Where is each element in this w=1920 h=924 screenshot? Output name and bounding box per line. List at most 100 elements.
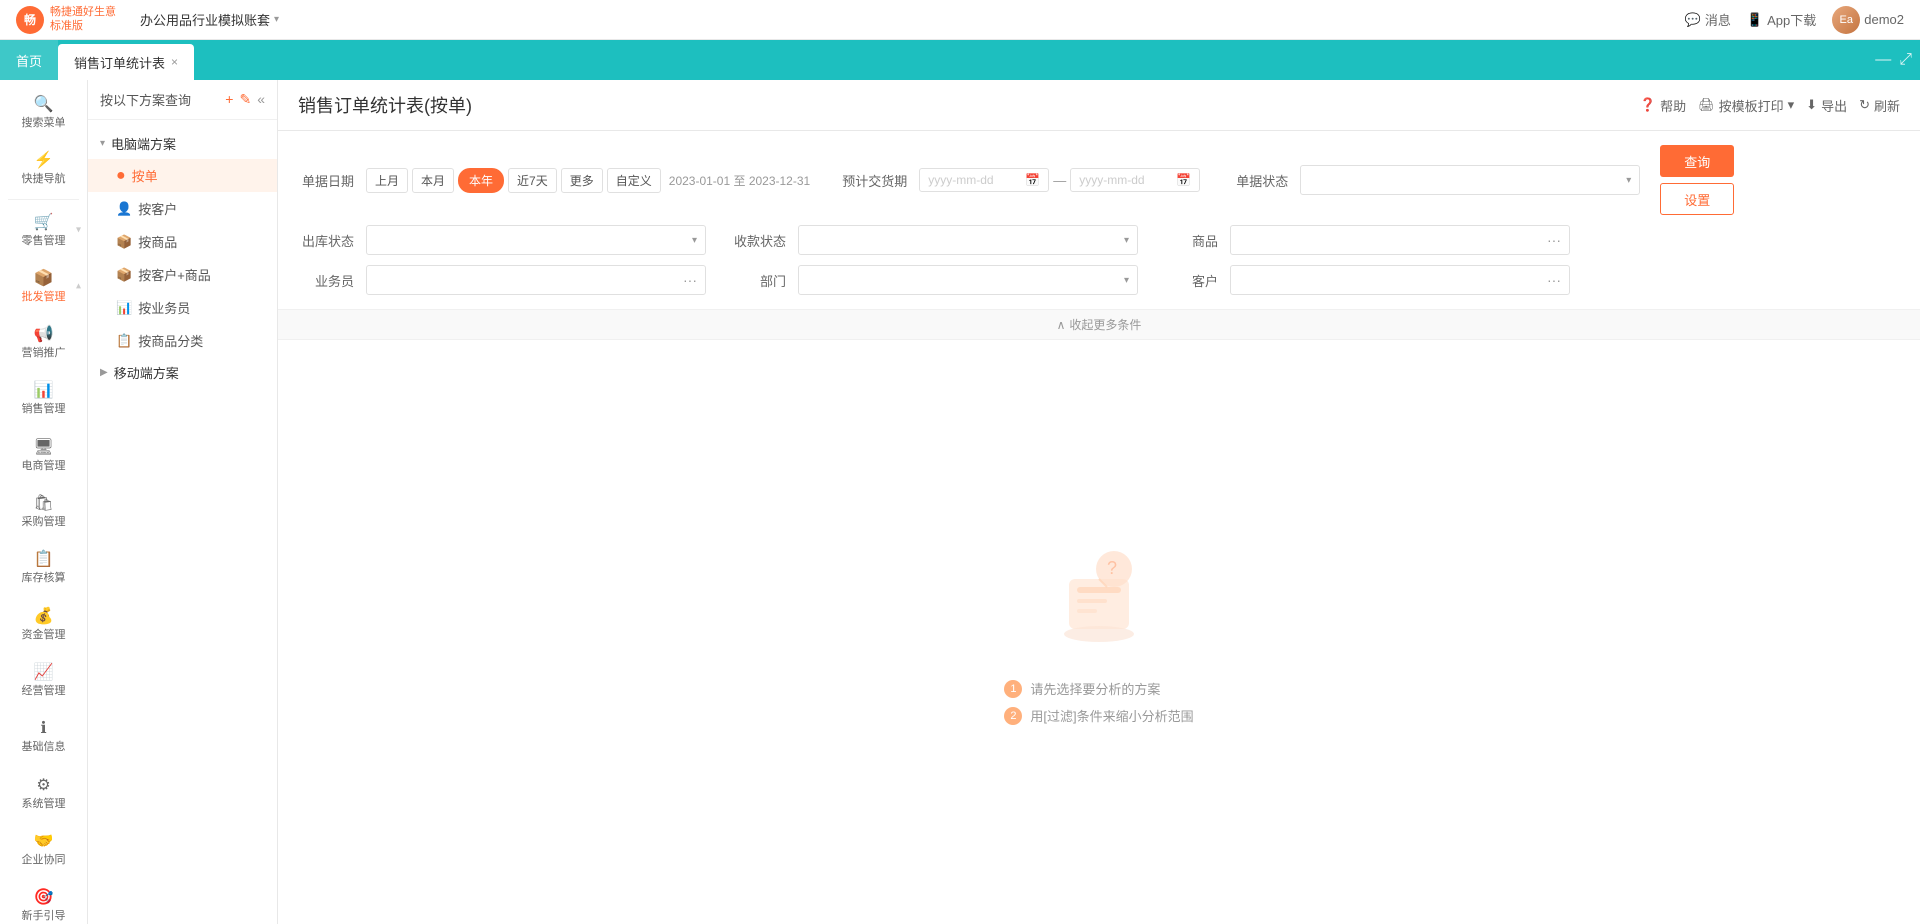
schema-section: ▾ 电脑端方案 ● 按单 👤 按客户 📦 按商品 📦 按客户+商品 — [88, 120, 277, 396]
app-selector-chevron-icon: ▾ — [274, 14, 279, 25]
by-customer-goods-icon: 📦 — [116, 267, 132, 283]
bill-status-select[interactable]: ▾ — [1300, 165, 1640, 195]
tab-sales-order-stats[interactable]: 销售订单统计表 × — [58, 44, 194, 80]
bill-status-label: 单据状态 — [1232, 171, 1288, 190]
salesperson-more-icon[interactable]: ··· — [683, 272, 697, 288]
by-goods-category-icon: 📋 — [116, 333, 132, 349]
sidebar-item-enterprise-collab[interactable]: 🤝 企业协同 — [0, 821, 87, 877]
sidebar-item-system[interactable]: ⚙ 系统管理 — [0, 765, 87, 821]
mobile-schema-group-label: 移动端方案 — [114, 363, 179, 382]
tab-maximize-icon[interactable]: ⤢ — [1899, 51, 1912, 69]
sidebar-item-marketing[interactable]: 📢 营销推广 — [0, 314, 87, 370]
date-btn-last-7-days[interactable]: 近7天 — [508, 168, 557, 193]
left-panel-header: 按以下方案查询 + ✎ « — [88, 80, 277, 120]
schema-item-by-salesperson[interactable]: 📊 按业务员 — [88, 291, 277, 324]
user-profile[interactable]: Ea demo2 — [1832, 6, 1904, 34]
schema-item-by-customer[interactable]: 👤 按客户 — [88, 192, 277, 225]
top-bar-left: 畅 畅捷通好生意 标准版 办公用品行业模拟账套 ▾ — [16, 6, 279, 34]
customer-select[interactable]: ··· — [1230, 265, 1570, 295]
expected-date-start[interactable]: yyyy-mm-dd 📅 — [919, 168, 1049, 192]
enterprise-collab-icon: 🤝 — [34, 831, 54, 851]
dept-label: 部门 — [730, 271, 786, 290]
by-customer-icon: 👤 — [116, 201, 132, 217]
empty-hints: 1 请先选择要分析的方案 2 用[过滤]条件来缩小分析范围 — [1004, 679, 1193, 725]
add-schema-button[interactable]: + — [225, 91, 233, 108]
help-button[interactable]: ❓ 帮助 — [1640, 96, 1686, 115]
schema-item-by-goods[interactable]: 📦 按商品 — [88, 225, 277, 258]
bill-status-chevron-icon: ▾ — [1626, 175, 1631, 186]
date-range-text: 2023-01-01 至 2023-12-31 — [669, 172, 810, 189]
schema-item-by-customer-goods-label: 按客户+商品 — [138, 265, 211, 284]
app-selector[interactable]: 办公用品行业模拟账套 ▾ — [140, 10, 279, 29]
date-btn-more[interactable]: 更多 — [561, 168, 603, 193]
setting-button[interactable]: 设置 — [1660, 183, 1734, 215]
sidebar-item-search[interactable]: 🔍 搜索菜单 — [0, 84, 87, 140]
desktop-schema-group-header[interactable]: ▾ 电脑端方案 — [88, 128, 277, 159]
salesperson-select[interactable]: ··· — [366, 265, 706, 295]
tab-minimize-icon[interactable]: — — [1875, 51, 1891, 69]
sidebar-item-sales[interactable]: 📊 销售管理 — [0, 370, 87, 426]
expected-date-end[interactable]: yyyy-mm-dd 📅 — [1070, 168, 1200, 192]
date-btn-this-year[interactable]: 本年 — [458, 168, 504, 193]
schema-item-by-order[interactable]: ● 按单 — [88, 159, 277, 192]
by-order-icon: ● — [116, 167, 126, 185]
sidebar-item-wholesale[interactable]: 📦 批发管理 ▴ — [0, 258, 87, 314]
sidebar-item-purchase[interactable]: 🛍 采购管理 — [0, 483, 87, 539]
page-header-actions: ❓ 帮助 🖨 按模板打印 ▾ ⬇ 导出 ↻ 刷新 — [1640, 96, 1900, 115]
date-btn-custom[interactable]: 自定义 — [607, 168, 661, 193]
inventory-icon: 📋 — [34, 549, 54, 569]
sidebar-section: 🔍 搜索菜单 ⚡ 快捷导航 🛒 零售管理 ▾ 📦 批发管理 ▴ 📢 营销推广 — [0, 80, 87, 924]
customer-label: 客户 — [1162, 271, 1218, 290]
tab-home[interactable]: 首页 — [0, 40, 58, 80]
left-panel: 按以下方案查询 + ✎ « ▾ 电脑端方案 ● 按单 👤 按客户 — [88, 80, 278, 924]
ship-status-select[interactable]: ▾ — [366, 225, 706, 255]
edit-schema-button[interactable]: ✎ — [239, 91, 251, 108]
desktop-schema-group: ▾ 电脑端方案 ● 按单 👤 按客户 📦 按商品 📦 按客户+商品 — [88, 128, 277, 357]
by-salesperson-icon: 📊 — [116, 300, 132, 316]
export-icon: ⬇ — [1806, 97, 1817, 113]
payment-status-select[interactable]: ▾ — [798, 225, 1138, 255]
date-btn-last-month[interactable]: 上月 — [366, 168, 408, 193]
goods-select[interactable]: ··· — [1230, 225, 1570, 255]
chevron-up-icon: ▴ — [76, 281, 81, 292]
download-icon: 📱 — [1747, 12, 1763, 28]
sidebar-item-retail[interactable]: 🛒 零售管理 ▾ — [0, 202, 87, 258]
date-btn-this-month[interactable]: 本月 — [412, 168, 454, 193]
schema-item-by-customer-goods[interactable]: 📦 按客户+商品 — [88, 258, 277, 291]
collapse-panel-button[interactable]: « — [257, 91, 265, 108]
empty-hint-1: 1 请先选择要分析的方案 — [1004, 679, 1193, 698]
customer-more-icon[interactable]: ··· — [1547, 272, 1561, 288]
ecommerce-icon: 🖥 — [33, 437, 53, 457]
query-button[interactable]: 查询 — [1660, 145, 1734, 177]
wholesale-icon: 📦 — [34, 268, 54, 288]
sidebar-item-finance[interactable]: 💰 资金管理 — [0, 596, 87, 652]
mobile-schema-group-header[interactable]: ▶ 移动端方案 — [88, 357, 277, 388]
export-button[interactable]: ⬇ 导出 — [1806, 96, 1847, 115]
sidebar-item-quick-nav[interactable]: ⚡ 快捷导航 — [0, 140, 87, 196]
collapse-bar[interactable]: ∧ 收起更多条件 — [278, 309, 1920, 340]
print-chevron-icon: ▾ — [1788, 97, 1795, 113]
left-panel-title: 按以下方案查询 — [100, 90, 191, 109]
print-button[interactable]: 🖨 按模板打印 ▾ — [1698, 96, 1794, 115]
dept-select[interactable]: ▾ — [798, 265, 1138, 295]
refresh-button[interactable]: ↻ 刷新 — [1859, 96, 1900, 115]
sidebar-item-operations[interactable]: 📈 经营管理 — [0, 652, 87, 708]
tab-close-icon[interactable]: × — [171, 55, 178, 69]
ship-status-chevron-icon: ▾ — [692, 235, 697, 246]
group-expand-icon: ▾ — [100, 138, 105, 149]
schema-item-by-goods-category[interactable]: 📋 按商品分类 — [88, 324, 277, 357]
filter-row-1: 单据日期 上月 本月 本年 近7天 更多 自定义 2023-01-01 至 20… — [298, 145, 1900, 215]
sidebar-item-inventory[interactable]: 📋 库存核算 — [0, 539, 87, 595]
message-button[interactable]: 💬 消息 — [1685, 10, 1731, 29]
sidebar-item-ecommerce[interactable]: 🖥 电商管理 — [0, 427, 87, 483]
goods-more-icon[interactable]: ··· — [1547, 232, 1561, 248]
sidebar-item-guide[interactable]: 🎯 新手引导 — [0, 877, 87, 924]
app-download-button[interactable]: 📱 App下载 — [1747, 10, 1816, 29]
sidebar-item-basic-info[interactable]: ℹ 基础信息 — [0, 708, 87, 764]
filter-inner: 单据日期 上月 本月 本年 近7天 更多 自定义 2023-01-01 至 20… — [278, 131, 1920, 309]
schema-item-by-goods-label: 按商品 — [138, 232, 177, 251]
left-panel-actions: + ✎ « — [225, 91, 265, 108]
desktop-schema-group-label: 电脑端方案 — [111, 134, 176, 153]
empty-illustration: ? — [1039, 539, 1159, 659]
logo-area: 畅 畅捷通好生意 标准版 — [16, 6, 116, 34]
